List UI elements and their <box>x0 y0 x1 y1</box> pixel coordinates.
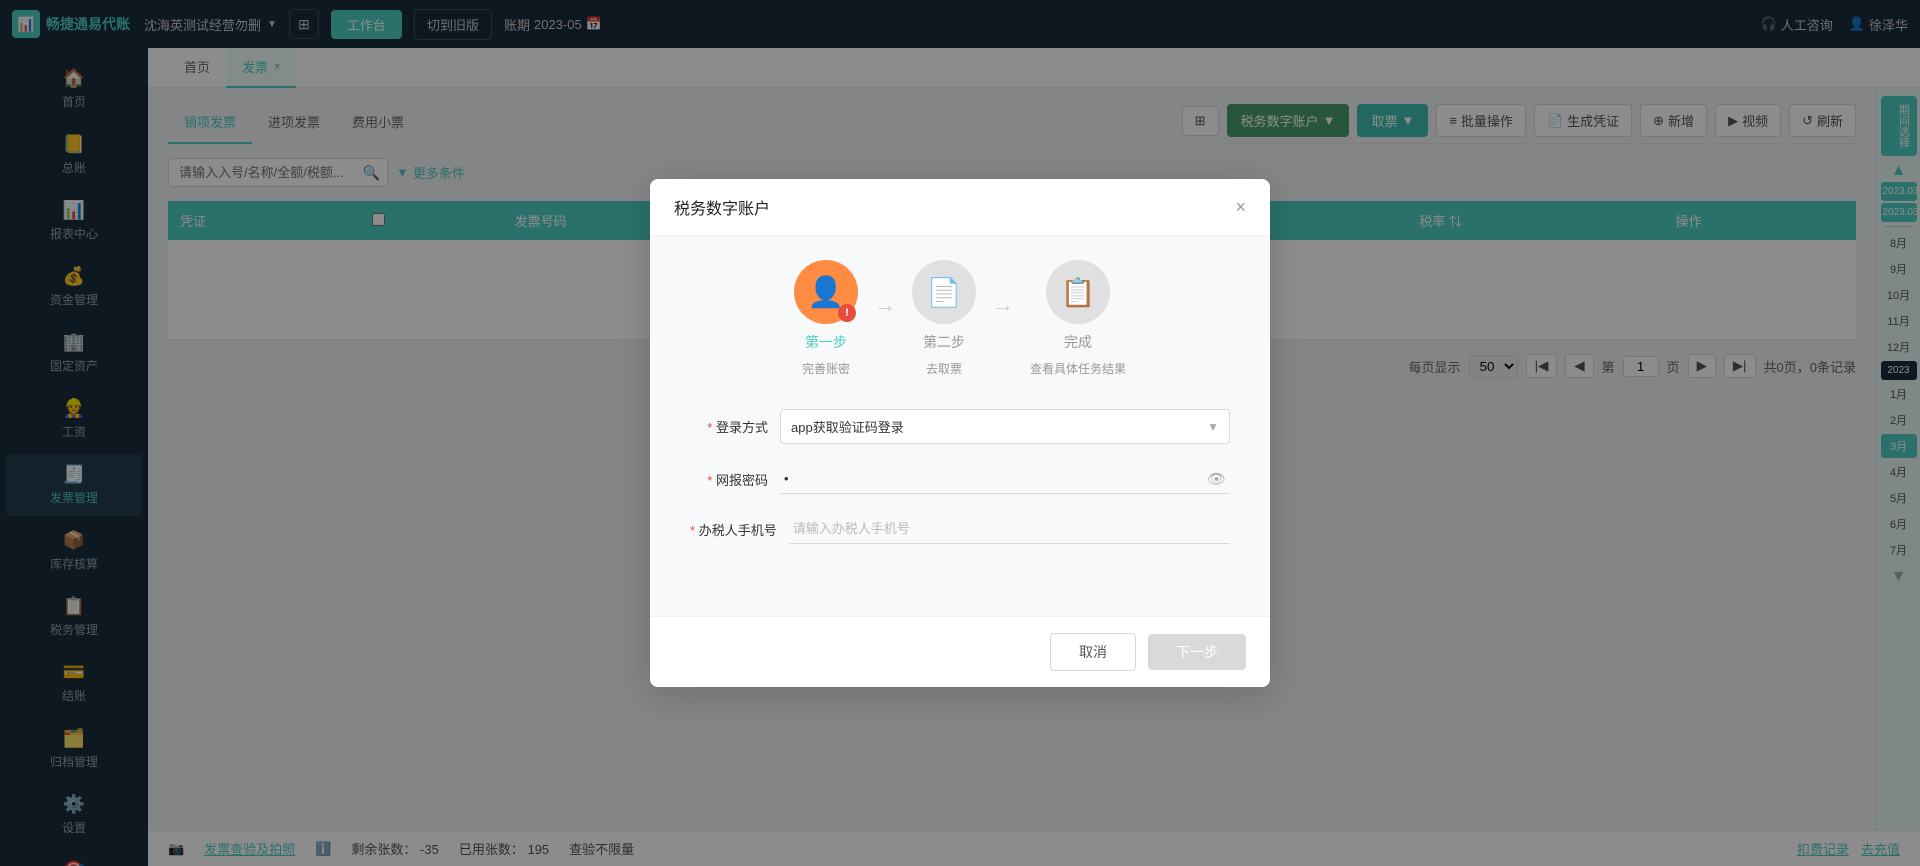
phone-field: * 办税人手机号 <box>690 514 1230 544</box>
next-button[interactable]: 下一步 <box>1148 634 1246 670</box>
password-input[interactable] <box>780 464 1230 494</box>
modal-body: 👤 ! 第一步 完善账密 → 📄 第二步 去取票 <box>650 236 1270 616</box>
modal-overlay: 税务数字账户 × 👤 ! 第一步 完善账密 → <box>0 0 1920 866</box>
step2-icon: 📄 <box>912 260 976 324</box>
login-method-select[interactable]: app获取验证码登录 ▼ <box>780 409 1230 444</box>
web-password-label: * 网报密码 <box>690 470 780 489</box>
steps-indicator: 👤 ! 第一步 完善账密 → 📄 第二步 去取票 <box>690 260 1230 377</box>
step-arrow-2: → <box>992 292 1014 346</box>
step1-badge: ! <box>838 304 856 322</box>
password-input-wrap: 👁 <box>780 464 1230 494</box>
step3-desc: 查看具体任务结果 <box>1030 360 1126 377</box>
modal-dialog: 税务数字账户 × 👤 ! 第一步 完善账密 → <box>650 179 1270 687</box>
step2-label: 第二步 <box>923 332 965 352</box>
step2-desc: 去取票 <box>926 360 962 377</box>
phone-label: * 办税人手机号 <box>690 520 789 539</box>
step1-desc: 完善账密 <box>802 360 850 377</box>
phone-input[interactable] <box>789 514 1230 544</box>
step1-label: 第一步 <box>805 332 847 352</box>
modal-close-button[interactable]: × <box>1235 197 1246 218</box>
step-arrow-1: → <box>874 292 896 346</box>
step-1: 👤 ! 第一步 完善账密 <box>794 260 858 377</box>
modal-title: 税务数字账户 <box>674 195 770 219</box>
modal-footer: 取消 下一步 <box>650 616 1270 687</box>
modal-header: 税务数字账户 × <box>650 179 1270 236</box>
cancel-button[interactable]: 取消 <box>1050 633 1136 671</box>
login-method-field: * 登录方式 app获取验证码登录 ▼ <box>690 409 1230 444</box>
step3-label: 完成 <box>1064 332 1092 352</box>
step-2: 📄 第二步 去取票 <box>912 260 976 377</box>
web-password-field: * 网报密码 👁 <box>690 464 1230 494</box>
modal-form: * 登录方式 app获取验证码登录 ▼ * 网报密码 <box>690 409 1230 544</box>
step1-icon: 👤 ! <box>794 260 858 324</box>
phone-input-wrap <box>789 514 1230 544</box>
select-dropdown-icon: ▼ <box>1197 420 1229 434</box>
eye-icon[interactable]: 👁 <box>1207 470 1226 488</box>
step3-icon: 📋 <box>1046 260 1110 324</box>
step-3: 📋 完成 查看具体任务结果 <box>1030 260 1126 377</box>
login-method-label: * 登录方式 <box>690 417 780 436</box>
